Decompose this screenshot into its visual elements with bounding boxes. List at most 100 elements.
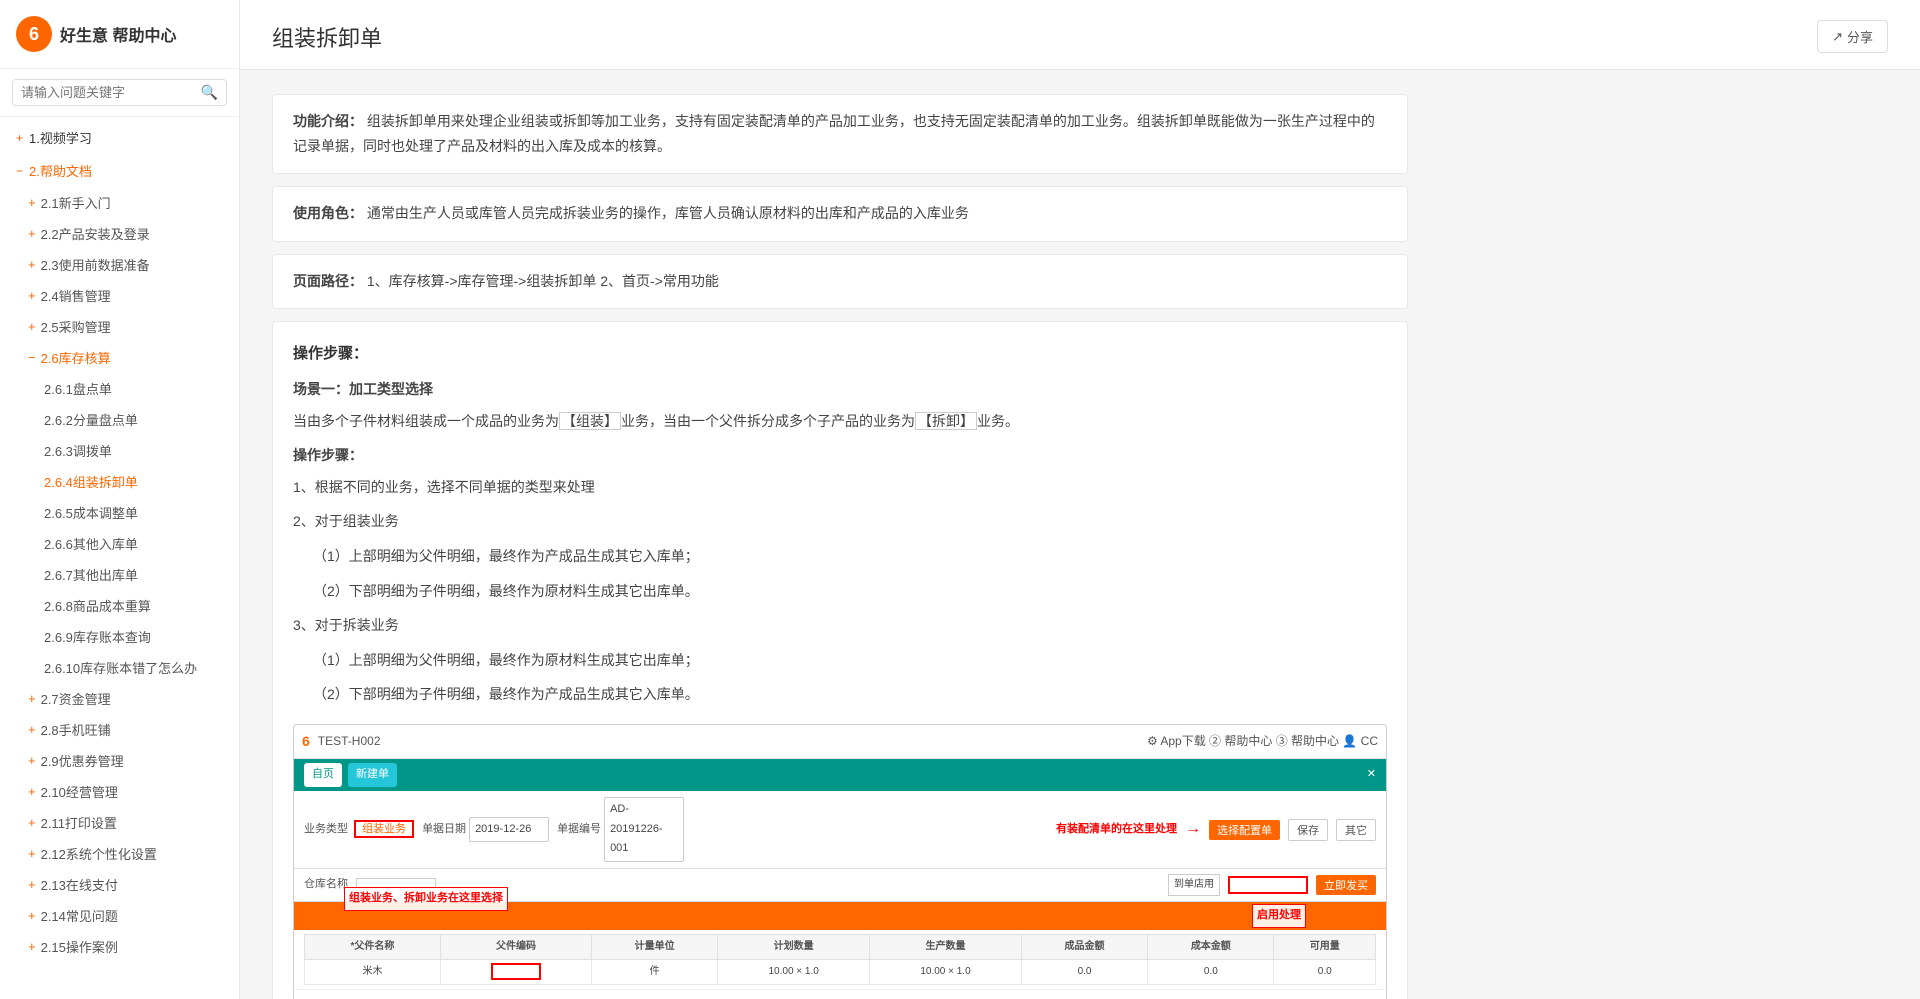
sidebar-item-label: 1.视频学习 xyxy=(29,128,92,147)
sidebar-item-label: 2.9优惠券管理 xyxy=(41,751,124,770)
sidebar-item-docs-211[interactable]: + 2.11打印设置 xyxy=(0,807,239,838)
ss-type-label: 业务类型 xyxy=(304,823,348,835)
sidebar-item-label: 2.11打印设置 xyxy=(41,813,117,832)
sidebar-item-docs-269[interactable]: 2.6.9库存账本查询 xyxy=(0,621,239,652)
ss-cell: 10.00 × 1.0 xyxy=(718,960,870,985)
ss-app-logo: 6 xyxy=(302,729,310,754)
sidebar: 6 好生意 帮助中心 🔍 + 1.视频学习 − 2.帮助文档 + 2.1新手入门… xyxy=(0,0,240,999)
sidebar-item-docs-266[interactable]: 2.6.6其他入库单 xyxy=(0,528,239,559)
sidebar-item-label: 2.6.10库存账本错了怎么办 xyxy=(44,658,197,677)
sidebar-item-docs-27[interactable]: + 2.7资金管理 xyxy=(0,683,239,714)
ss-date-value: 2019-12-26 xyxy=(469,817,549,843)
sidebar-item-docs-212[interactable]: + 2.12系统个性化设置 xyxy=(0,838,239,869)
ss-col-h8: 可用量 xyxy=(1274,935,1376,960)
minus-icon: − xyxy=(16,164,23,178)
sidebar-item-label: 2.6.2分量盘点单 xyxy=(44,410,138,429)
sidebar-item-label: 2.6.3调拨单 xyxy=(44,441,112,460)
sidebar-item-label: 2.6.7其他出库单 xyxy=(44,565,138,584)
ss-arrow1-icon: → xyxy=(1185,815,1201,844)
sidebar-item-docs-28[interactable]: + 2.8手机旺铺 xyxy=(0,714,239,745)
ss-annotation3: 启用处理 xyxy=(1252,904,1306,928)
plus-icon: + xyxy=(28,257,36,272)
plus-icon: + xyxy=(28,691,36,706)
sidebar-item-video[interactable]: + 1.视频学习 xyxy=(0,121,239,154)
sidebar-item-docs-265[interactable]: 2.6.5成本调整单 xyxy=(0,497,239,528)
sidebar-item-docs-268[interactable]: 2.6.8商品成本重算 xyxy=(0,590,239,621)
sidebar-item-label: 2.6.9库存账本查询 xyxy=(44,627,151,646)
ss-other-btn[interactable]: 其它 xyxy=(1336,819,1376,841)
ss-type-field-wrapper: 业务类型 组装业务 xyxy=(304,820,414,840)
ss-sub-label1: 仓库名称 xyxy=(304,875,348,895)
page-title: 组装拆卸单 xyxy=(272,21,382,53)
sidebar-item-docs-215[interactable]: + 2.15操作案例 xyxy=(0,931,239,962)
sidebar-item-label: 2.4销售管理 xyxy=(41,286,111,305)
sidebar-item-docs-21[interactable]: + 2.1新手入门 xyxy=(0,187,239,218)
sidebar-item-docs-263[interactable]: 2.6.3调拨单 xyxy=(0,435,239,466)
sidebar-item-docs[interactable]: − 2.帮助文档 xyxy=(0,154,239,187)
ss-save-btn[interactable]: 保存 xyxy=(1288,819,1328,841)
step3-1: （1）上部明细为父件明细，最终作为原材料生成其它出库单； xyxy=(293,647,1387,674)
ss-tab-zipage: 自页 xyxy=(304,763,342,787)
main-content: 组装拆卸单 ↗ 分享 功能介绍： 组装拆卸单用来处理企业组装或拆卸等加工业务，支… xyxy=(240,0,1920,999)
sidebar-item-docs-262[interactable]: 2.6.2分量盘点单 xyxy=(0,404,239,435)
search-box: 🔍 xyxy=(12,79,227,106)
plus-icon: + xyxy=(28,877,36,892)
sidebar-item-docs-2610[interactable]: 2.6.10库存账本错了怎么办 xyxy=(0,652,239,683)
sidebar-item-label: 2.5采购管理 xyxy=(41,317,111,336)
sidebar-item-docs-24[interactable]: + 2.4销售管理 xyxy=(0,280,239,311)
sidebar-item-docs-210[interactable]: + 2.10经营管理 xyxy=(0,776,239,807)
ss-red-input[interactable] xyxy=(491,963,541,980)
feature-intro-label: 功能介绍： xyxy=(293,113,363,129)
sidebar-item-docs-261[interactable]: 2.6.1盘点单 xyxy=(0,373,239,404)
ops-block: 操作步骤： 场景一：加工类型选择 当由多个子件材料组装成一个成品的业务为【组装】… xyxy=(272,321,1408,999)
sidebar-item-docs-26[interactable]: − 2.6库存核算 xyxy=(0,342,239,373)
sidebar-item-docs-29[interactable]: + 2.9优惠券管理 xyxy=(0,745,239,776)
sidebar-item-docs-267[interactable]: 2.6.7其他出库单 xyxy=(0,559,239,590)
share-button[interactable]: ↗ 分享 xyxy=(1817,20,1888,53)
ss-col-h6: 成品金额 xyxy=(1021,935,1147,960)
ss-select-config-btn[interactable]: 选择配置单 xyxy=(1209,820,1280,840)
ss-shop-select: 到单店用 xyxy=(1168,874,1220,896)
sidebar-item-docs-264[interactable]: 2.6.4组装拆卸单 xyxy=(0,466,239,497)
ss-app-id: TEST-H002 xyxy=(318,731,381,753)
sidebar-item-label: 2.15操作案例 xyxy=(41,937,118,956)
ss-type-value: 组装业务 xyxy=(354,820,414,838)
sidebar-item-label: 2.1新手入门 xyxy=(41,193,111,212)
sidebar-item-label: 2.14常见问题 xyxy=(41,906,118,925)
plus-icon: + xyxy=(28,288,36,303)
sidebar-item-docs-25[interactable]: + 2.5采购管理 xyxy=(0,311,239,342)
sidebar-item-docs-22[interactable]: + 2.2产品安装及登录 xyxy=(0,218,239,249)
user-role-text: 通常由生产人员或库管人员完成拆装业务的操作，库管人员确认原材料的出库和产成品的入… xyxy=(367,205,969,221)
ss-cell: 件 xyxy=(591,960,717,985)
plus-icon: + xyxy=(28,319,36,334)
logo-area: 6 好生意 帮助中心 xyxy=(0,0,239,69)
ss-col-h4: 计划数量 xyxy=(718,935,870,960)
sidebar-item-label: 2.6库存核算 xyxy=(41,348,111,367)
plus-icon: + xyxy=(28,939,36,954)
path-text: 1、库存核算->库存管理->组装拆卸单 2、首页->常用功能 xyxy=(367,273,719,289)
nav-section: + 1.视频学习 − 2.帮助文档 + 2.1新手入门 + 2.2产品安装及登录… xyxy=(0,117,239,966)
sidebar-item-docs-214[interactable]: + 2.14常见问题 xyxy=(0,900,239,931)
sidebar-item-docs-213[interactable]: + 2.13在线支付 xyxy=(0,869,239,900)
search-input[interactable] xyxy=(21,85,201,100)
ss-col-h1: *父件名称 xyxy=(305,935,441,960)
sidebar-item-label: 2.8手机旺铺 xyxy=(41,720,111,739)
ss-section-wrapper: 组装业务、拆卸业务在这里选择 启用处理 xyxy=(294,902,1386,930)
plus-icon: + xyxy=(28,784,36,799)
sidebar-item-docs-23[interactable]: + 2.3使用前数据准备 xyxy=(0,249,239,280)
sidebar-item-label: 2.帮助文档 xyxy=(29,161,92,180)
plus-icon: + xyxy=(28,815,36,830)
ss-cell: 0.0 xyxy=(1274,960,1376,985)
ss-num-label: 单据编号 xyxy=(557,820,601,840)
search-icon[interactable]: 🔍 xyxy=(201,84,218,101)
sidebar-item-label: 2.6.8商品成本重算 xyxy=(44,596,151,615)
share-label: 分享 xyxy=(1847,27,1873,46)
app-logo-text: 好生意 帮助中心 xyxy=(60,22,176,46)
ss-confirm-btn[interactable]: 立即发买 xyxy=(1316,875,1376,895)
ss-annotation1: 有装配清单的在这里处理 xyxy=(1056,820,1177,840)
scenario1-desc: 当由多个子件材料组装成一个成品的业务为【组装】业务，当由一个父件拆分成多个子产品… xyxy=(293,408,1387,435)
ss-cell xyxy=(440,960,591,985)
plus-icon: + xyxy=(28,195,36,210)
step3: 3、对于拆装业务 xyxy=(293,612,1387,639)
path-label: 页面路径： xyxy=(293,273,363,289)
